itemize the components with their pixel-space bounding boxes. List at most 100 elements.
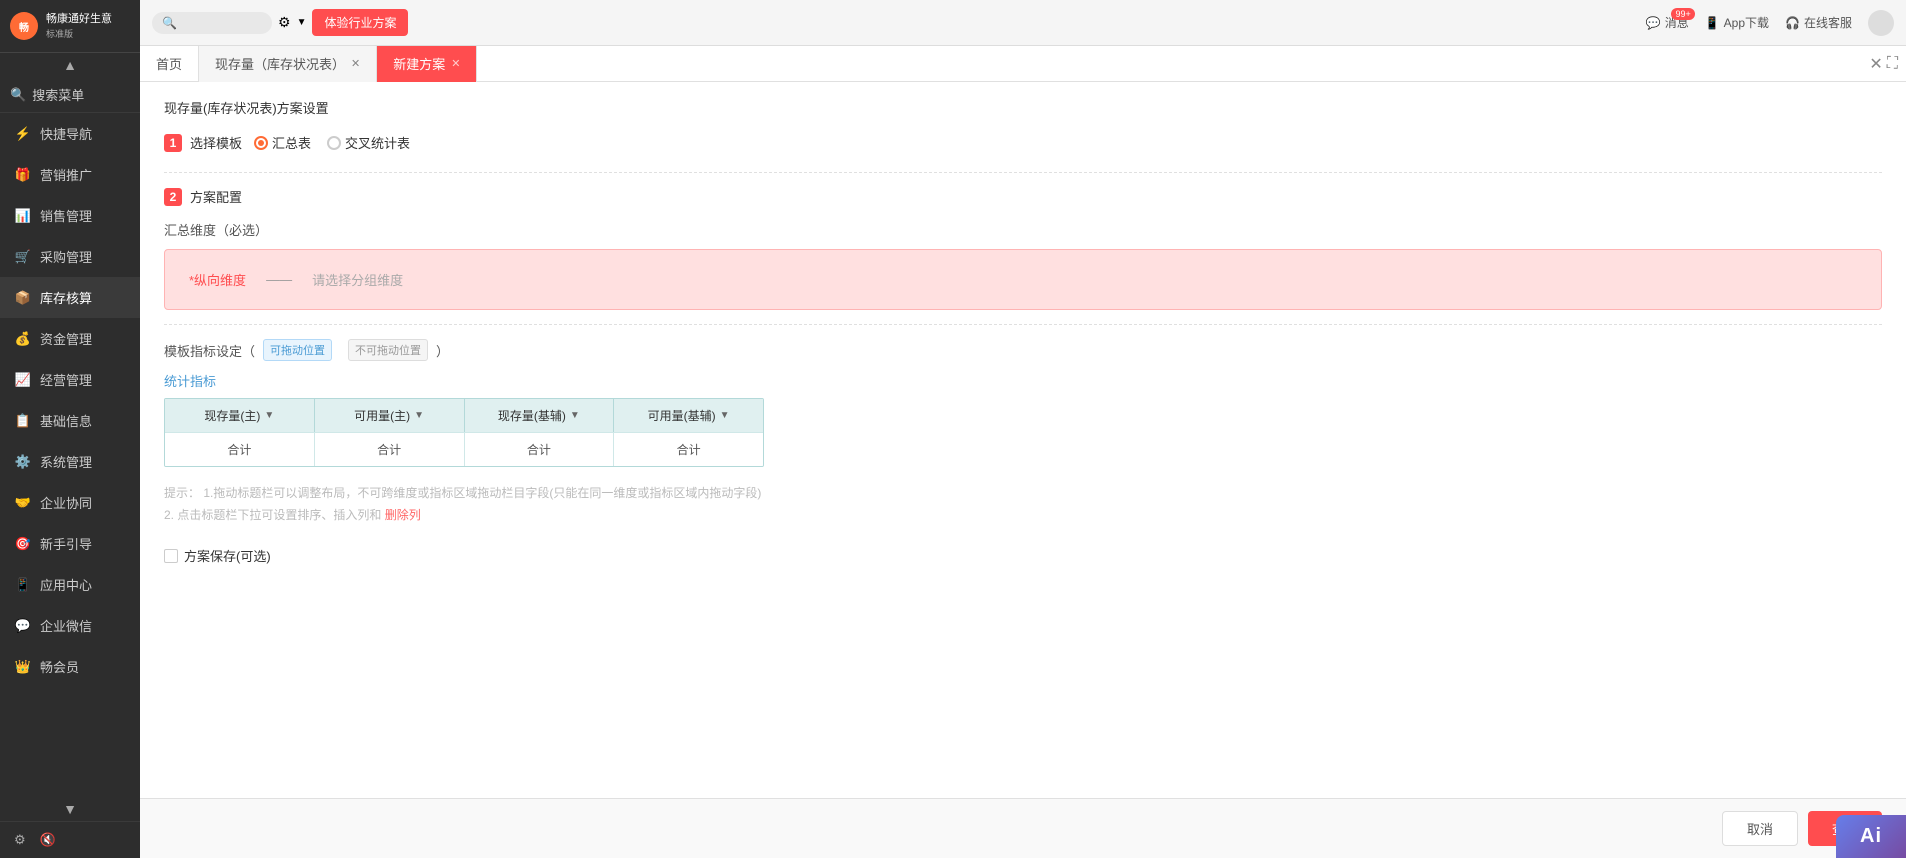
- main-area: 🔍 ⚙ ▼ 体验行业方案 💬 消息 99+ 📱 App下载 🎧 在线客服: [140, 0, 1906, 858]
- col-available-main-chevron: ▼: [414, 410, 424, 421]
- system-icon: ⚙️: [14, 453, 32, 471]
- customer-service-group[interactable]: 🎧 在线客服: [1785, 14, 1852, 31]
- content-area: 现存量(库存状况表)方案设置 1 选择模板 汇总表 交叉统计表: [140, 82, 1906, 798]
- topbar-left: 🔍 ⚙ ▼ 体验行业方案: [152, 9, 1638, 36]
- dimension-label: 汇总维度（必选）: [164, 220, 1882, 239]
- tab-inventory-close-icon[interactable]: ✕: [351, 57, 360, 70]
- tab-new-plan[interactable]: 新建方案 ✕: [377, 46, 477, 82]
- radio-cross-circle: [327, 136, 341, 150]
- tabbar: 首页 现存量（库存状况表） ✕ 新建方案 ✕ ✕ ⛶: [140, 46, 1906, 82]
- col-current-main-chevron: ▼: [264, 410, 274, 421]
- sidebar-item-label: 企业协同: [40, 493, 92, 512]
- col-available-aux-label: 可用量(基辅): [648, 407, 716, 424]
- finance-icon: 💰: [14, 330, 32, 348]
- dimension-placeholder: 请选择分组维度: [312, 270, 403, 289]
- quick-nav-icon: ⚡: [14, 125, 32, 143]
- col-available-aux[interactable]: 可用量(基辅) ▼: [614, 399, 763, 432]
- scroll-down-button[interactable]: ▼: [0, 797, 140, 821]
- metric-setting-label: 模板指标设定（ 可拖动位置 不可拖动位置 ）: [164, 339, 1882, 361]
- col-current-aux[interactable]: 现存量(基辅) ▼: [465, 399, 615, 432]
- sidebar: 畅 畅康通好生意 标准版 ▲ 🔍 搜索菜单 ⚡ 快捷导航 🎁 营销推广 📊 销售…: [0, 0, 140, 858]
- topbar-right: 💬 消息 99+ 📱 App下载 🎧 在线客服: [1646, 10, 1894, 36]
- sidebar-bottom: ⚙ 🔇: [0, 821, 140, 858]
- sidebar-item-operations[interactable]: 📈 经营管理: [0, 359, 140, 400]
- phone-icon: 📱: [1705, 16, 1720, 30]
- col-current-main[interactable]: 现存量(主) ▼: [165, 399, 315, 432]
- sidebar-item-basic-info[interactable]: 📋 基础信息: [0, 400, 140, 441]
- tab-home[interactable]: 首页: [140, 46, 199, 82]
- guide-icon: 🎯: [14, 535, 32, 553]
- sidebar-item-app-center[interactable]: 📱 应用中心: [0, 564, 140, 605]
- sidebar-item-label: 经营管理: [40, 370, 92, 389]
- sidebar-item-label: 应用中心: [40, 575, 92, 594]
- step2-section: 2 方案配置 汇总维度（必选） *纵向维度 —— 请选择分组维度 模板指标设定（…: [164, 187, 1882, 526]
- app-download-label: App下载: [1724, 14, 1769, 31]
- vertical-dimension-label: *纵向维度: [189, 270, 246, 289]
- sidebar-item-guide[interactable]: 🎯 新手引导: [0, 523, 140, 564]
- sidebar-item-inventory[interactable]: 📦 库存核算: [0, 277, 140, 318]
- col-available-main[interactable]: 可用量(主) ▼: [315, 399, 465, 432]
- sidebar-item-member[interactable]: 👑 畅会员: [0, 646, 140, 687]
- purchase-icon: 🛒: [14, 248, 32, 266]
- tabbar-right: ✕ ⛶: [1869, 54, 1906, 74]
- step2-header: 2 方案配置: [164, 187, 1882, 206]
- close-panel-button[interactable]: ✕: [1869, 54, 1882, 74]
- messages-group[interactable]: 💬 消息 99+: [1646, 14, 1689, 31]
- message-icon: 💬: [1646, 16, 1661, 30]
- topbar-gear-icon[interactable]: ⚙: [278, 14, 291, 31]
- tip2-highlight: 删除列: [385, 508, 421, 522]
- bottom-bar: 取消 查询: [140, 798, 1906, 858]
- radio-cross-label: 交叉统计表: [345, 133, 410, 152]
- scroll-up-button[interactable]: ▲: [0, 53, 140, 77]
- step1-title: 选择模板: [190, 133, 242, 152]
- dimension-box[interactable]: *纵向维度 —— 请选择分组维度: [164, 249, 1882, 310]
- sidebar-item-quick-nav[interactable]: ⚡ 快捷导航: [0, 113, 140, 154]
- tip2: 2. 点击标题栏下拉可设置排序、插入列和 删除列: [164, 505, 1882, 527]
- basic-info-icon: 📋: [14, 412, 32, 430]
- col-available-main-label: 可用量(主): [354, 407, 410, 424]
- sidebar-item-label: 采购管理: [40, 247, 92, 266]
- radio-summary[interactable]: 汇总表: [254, 133, 311, 152]
- search-icon: 🔍: [162, 16, 177, 30]
- topbar-search-box[interactable]: 🔍: [152, 12, 272, 34]
- sidebar-item-system[interactable]: ⚙️ 系统管理: [0, 441, 140, 482]
- sidebar-item-cooperation[interactable]: 🤝 企业协同: [0, 482, 140, 523]
- stats-table-row: 合计 合计 合计 合计: [165, 432, 763, 466]
- stats-table-header: 现存量(主) ▼ 可用量(主) ▼ 现存量(基辅) ▼ 可用量(基辅) ▼: [165, 399, 763, 432]
- sidebar-item-purchase[interactable]: 🛒 采购管理: [0, 236, 140, 277]
- tab-inventory-status[interactable]: 现存量（库存状况表） ✕: [199, 46, 377, 82]
- sidebar-item-finance[interactable]: 💰 资金管理: [0, 318, 140, 359]
- save-option[interactable]: 方案保存(可选): [164, 546, 1882, 565]
- search-icon: 🔍: [10, 87, 26, 103]
- radio-cross[interactable]: 交叉统计表: [327, 133, 410, 152]
- sidebar-item-label: 快捷导航: [40, 124, 92, 143]
- sidebar-search[interactable]: 🔍 搜索菜单: [0, 77, 140, 113]
- sidebar-item-label: 资金管理: [40, 329, 92, 348]
- metric-divider: [164, 324, 1882, 325]
- cell-current-aux: 合计: [465, 433, 615, 466]
- app-download-group[interactable]: 📱 App下载: [1705, 14, 1769, 31]
- save-checkbox[interactable]: [164, 549, 178, 563]
- tip2-prefix: 2. 点击标题栏下拉可设置排序、插入列和: [164, 508, 381, 522]
- tab-new-plan-close-icon[interactable]: ✕: [451, 57, 460, 70]
- sidebar-item-sales[interactable]: 📊 销售管理: [0, 195, 140, 236]
- expand-panel-button[interactable]: ⛶: [1887, 55, 1898, 73]
- sidebar-item-marketing[interactable]: 🎁 营销推广: [0, 154, 140, 195]
- col-current-aux-chevron: ▼: [570, 410, 580, 421]
- logo-icon: 畅: [10, 12, 38, 40]
- metric-close: ）: [436, 341, 449, 360]
- sidebar-logo: 畅 畅康通好生意 标准版: [0, 0, 140, 53]
- app-center-icon: 📱: [14, 576, 32, 594]
- step-divider: [164, 172, 1882, 173]
- cancel-button[interactable]: 取消: [1722, 811, 1798, 846]
- tips-section: 提示： 1.拖动标题栏可以调整布局，不可跨维度或指标区域拖动栏目字段(只能在同一…: [164, 483, 1882, 526]
- sidebar-item-wechat[interactable]: 💬 企业微信: [0, 605, 140, 646]
- topbar-chevron-icon: ▼: [297, 17, 307, 28]
- ai-badge[interactable]: Ai: [1836, 815, 1906, 858]
- sidebar-item-label: 新手引导: [40, 534, 92, 553]
- settings-bottom-icon[interactable]: ⚙: [14, 832, 26, 848]
- user-avatar[interactable]: [1868, 10, 1894, 36]
- col-available-aux-chevron: ▼: [720, 410, 730, 421]
- industry-plan-button[interactable]: 体验行业方案: [312, 9, 408, 36]
- sound-icon[interactable]: 🔇: [40, 832, 56, 848]
